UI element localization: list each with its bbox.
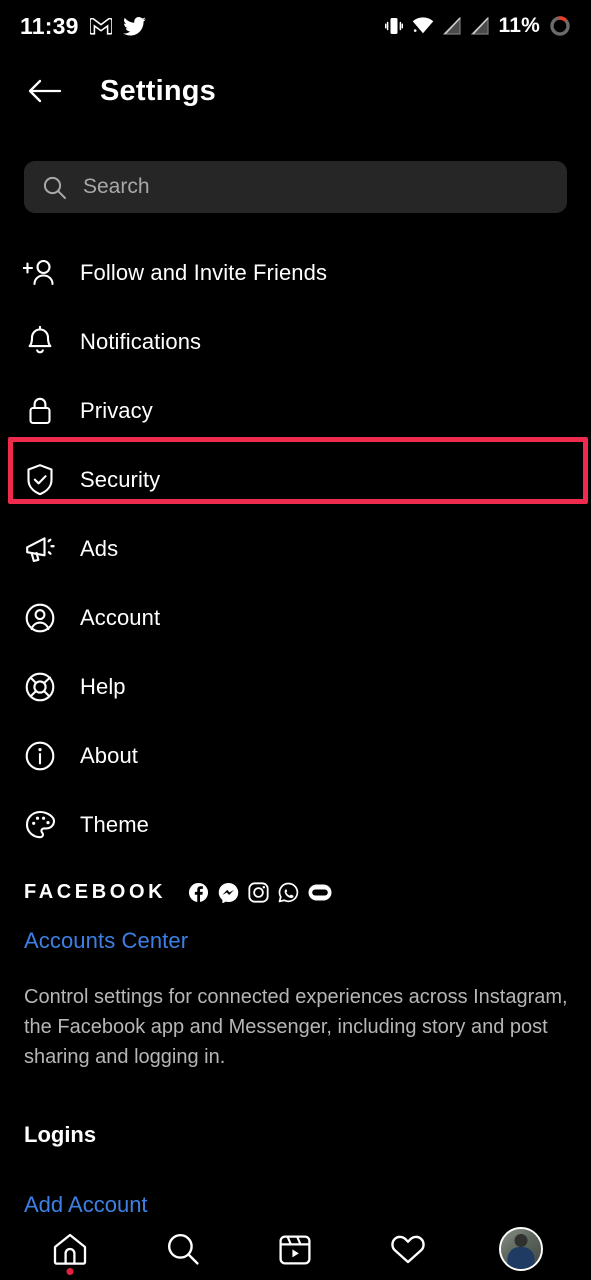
menu-item-about[interactable]: About xyxy=(0,721,591,790)
battery-ring-icon xyxy=(549,15,571,37)
nav-item-reels[interactable] xyxy=(264,1221,326,1277)
back-button[interactable] xyxy=(22,68,68,114)
nav-item-profile[interactable] xyxy=(490,1221,552,1277)
settings-menu: Follow and Invite Friends Notifications … xyxy=(0,238,591,859)
account-circle-icon xyxy=(22,600,58,636)
nav-item-home[interactable] xyxy=(39,1221,101,1277)
no-sim-2-icon xyxy=(470,17,490,35)
twitter-icon xyxy=(122,16,146,36)
status-bar-right: 11% xyxy=(384,14,571,38)
menu-item-label: Account xyxy=(80,604,161,630)
wifi-icon xyxy=(412,17,434,35)
menu-item-label: Help xyxy=(80,673,126,699)
menu-item-ads[interactable]: Ads xyxy=(0,514,591,583)
menu-item-label: Follow and Invite Friends xyxy=(80,259,328,285)
palette-icon xyxy=(22,807,58,843)
person-add-icon xyxy=(22,255,58,291)
status-bar: 11:39 11% xyxy=(0,0,591,52)
menu-item-help[interactable]: Help xyxy=(0,652,591,721)
home-icon xyxy=(52,1232,88,1266)
menu-item-label: Privacy xyxy=(80,397,153,423)
bell-icon xyxy=(22,324,58,360)
nav-item-activity[interactable] xyxy=(377,1221,439,1277)
facebook-section-description: Control settings for connected experienc… xyxy=(24,986,568,1068)
megaphone-icon xyxy=(22,531,58,567)
instagram-icon xyxy=(248,881,269,903)
battery-percent: 11% xyxy=(498,14,540,37)
portal-icon xyxy=(308,884,332,901)
menu-item-label: Theme xyxy=(80,811,149,837)
facebook-brand-icons xyxy=(188,881,332,903)
info-circle-icon xyxy=(22,738,58,774)
facebook-heading: FACEBOOK xyxy=(24,880,167,903)
menu-item-label: Security xyxy=(80,466,161,492)
status-time: 11:39 xyxy=(20,12,79,39)
accounts-center-link[interactable]: Accounts Center xyxy=(24,928,188,954)
back-arrow-icon xyxy=(28,78,62,104)
menu-item-privacy[interactable]: Privacy xyxy=(0,376,591,445)
facebook-section: FACEBOOK xyxy=(0,872,591,912)
heart-icon xyxy=(390,1233,426,1265)
search-placeholder: Search xyxy=(83,175,150,198)
logins-heading: Logins xyxy=(24,1122,97,1147)
profile-avatar xyxy=(498,1226,543,1271)
bottom-navigation-bar xyxy=(0,1216,591,1280)
menu-item-label: About xyxy=(80,742,138,768)
facebook-section-header: FACEBOOK xyxy=(24,872,567,912)
gmail-icon xyxy=(89,17,112,35)
menu-item-theme[interactable]: Theme xyxy=(0,790,591,859)
search-field[interactable]: Search xyxy=(24,161,567,213)
nav-item-search[interactable] xyxy=(152,1221,214,1277)
menu-item-label: Notifications xyxy=(80,328,202,354)
menu-item-account[interactable]: Account xyxy=(0,583,591,652)
search-icon xyxy=(42,175,67,200)
shield-check-icon xyxy=(22,462,58,498)
status-bar-left: 11:39 xyxy=(20,13,146,40)
menu-item-label: Ads xyxy=(80,535,119,561)
lock-icon xyxy=(22,393,58,429)
reels-icon xyxy=(278,1232,312,1266)
avatar-body xyxy=(507,1246,535,1269)
home-badge-dot xyxy=(66,1267,74,1275)
menu-item-notifications[interactable]: Notifications xyxy=(0,307,591,376)
add-account-link[interactable]: Add Account xyxy=(24,1192,148,1218)
menu-item-security[interactable]: Security xyxy=(0,445,591,514)
vibrate-icon xyxy=(384,16,403,36)
facebook-icon xyxy=(188,882,209,903)
page-title: Settings xyxy=(100,74,216,107)
messenger-icon xyxy=(218,882,239,903)
whatsapp-icon xyxy=(278,882,299,903)
app-header: Settings xyxy=(0,55,591,127)
avatar-head xyxy=(514,1233,528,1247)
search-icon xyxy=(166,1232,200,1266)
no-sim-1-icon xyxy=(442,17,462,35)
menu-item-follow-and-invite-friends[interactable]: Follow and Invite Friends xyxy=(0,238,591,307)
life-ring-icon xyxy=(22,669,58,705)
